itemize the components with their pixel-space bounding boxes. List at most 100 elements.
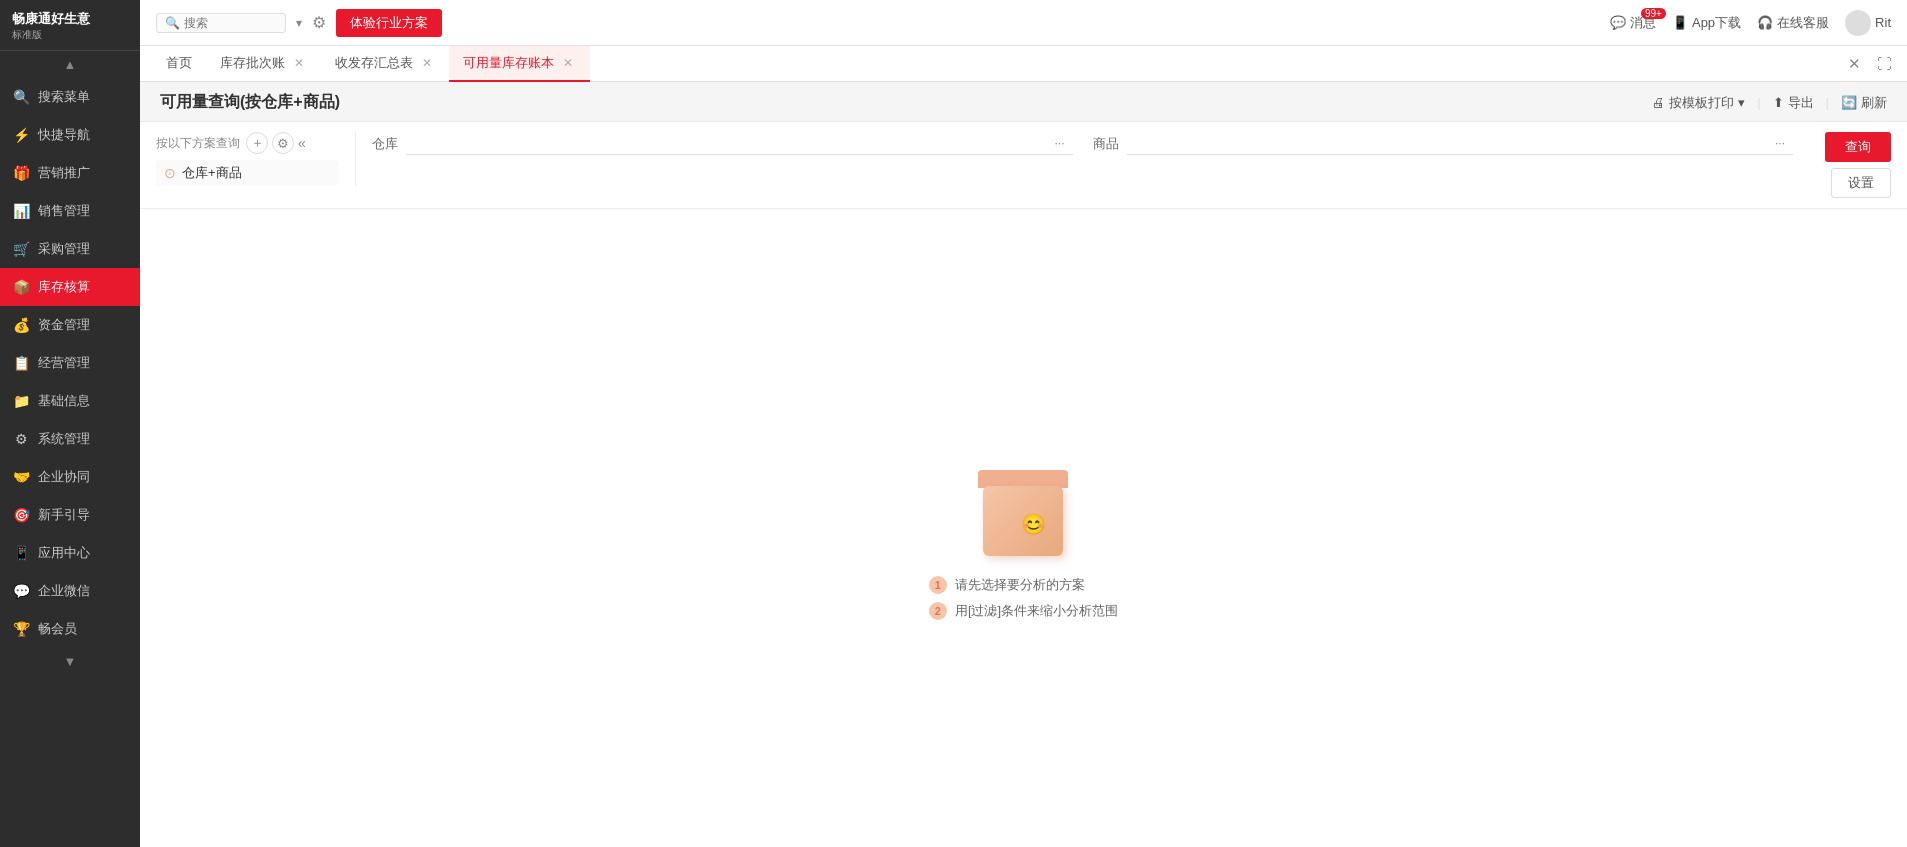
add-scheme-btn[interactable]: ＋ [246,132,268,154]
sidebar-scroll-up[interactable]: ▲ [0,51,140,78]
filter-fields: 仓库 ··· 商品 ··· [372,132,1793,155]
refresh-btn[interactable]: 🔄 刷新 [1841,94,1887,112]
sidebar-item-shortcut[interactable]: ⚡ 快捷导航 [0,116,140,154]
hint-1: 1 请先选择要分析的方案 [929,576,1118,594]
warehouse-input[interactable] [410,136,1046,151]
tab-home[interactable]: 首页 [152,46,206,82]
enterprise-icon: 🤝 [12,469,30,485]
sidebar-item-basics[interactable]: 📁 基础信息 [0,382,140,420]
hint-num-2: 2 [929,602,947,620]
scheme-label-warehouse-goods: 仓库+商品 [182,164,242,182]
user-name: Rit [1875,15,1891,30]
hint-text-1: 请先选择要分析的方案 [955,576,1085,594]
user-avatar [1845,10,1871,36]
sidebar-item-operations[interactable]: 📋经营管理 [0,344,140,382]
tabbar: 首页库存批次账✕收发存汇总表✕可用量库存账本✕ ✕ ⛶ [140,46,1907,82]
purchase-icon: 🛒 [12,241,30,257]
sidebar-label-marketing: 营销推广 [38,164,90,182]
search-icon: 🔍 [12,89,30,105]
sidebar-label-basics: 基础信息 [38,392,90,410]
sidebar-label-newbie: 新手引导 [38,506,90,524]
user-menu[interactable]: Rit [1845,10,1891,36]
export-btn[interactable]: ⬆ 导出 [1773,94,1814,112]
query-btn[interactable]: 查询 [1825,132,1891,162]
window-buttons: ✕ ⛶ [1843,53,1895,75]
refresh-icon: 🔄 [1841,95,1857,110]
sidebar-item-appstore[interactable]: 📱应用中心 [0,534,140,572]
box-body: 😊 [983,486,1063,556]
export-label: 导出 [1788,94,1814,112]
tab-batch[interactable]: 库存批次账 ✕ [206,46,321,82]
sidebar-item-marketing[interactable]: 🎁 营销推广 [0,154,140,192]
tab-list: 首页库存批次账✕收发存汇总表✕可用量库存账本✕ [152,46,590,82]
export-icon: ⬆ [1773,95,1784,110]
sidebar-label-shortcut: 快捷导航 [38,126,90,144]
sidebar-items: 🔍 搜索菜单 ⚡ 快捷导航 🎁 营销推广 📊销售管理🛒采购管理📦库存核算💰资金管理📋经营管理… [0,78,140,648]
topbar-actions: 💬 消息 99+ 📱 App下载 🎧 在线客服 Rit [1610,10,1891,36]
tab-label-summary: 收发存汇总表 [335,54,413,72]
service-label: 在线客服 [1777,14,1829,32]
message-btn[interactable]: 💬 消息 99+ [1610,14,1656,32]
wechat-icon: 💬 [12,583,30,599]
sidebar-scroll: ▲ 🔍 搜索菜单 ⚡ 快捷导航 🎁 营销推广 📊销售管理🛒采购管理📦库存核算💰资金管理📋经营… [0,51,140,847]
page-actions: 🖨 按模板打印 ▾ | ⬆ 导出 | 🔄 刷新 [1652,94,1887,112]
sidebar-item-sales[interactable]: 📊销售管理 [0,192,140,230]
filter-area: 按以下方案查询 ＋ ⚙ « ⊙仓库+商品 仓库 ··· [140,122,1907,209]
warehouse-more-btn[interactable]: ··· [1050,134,1068,152]
sidebar-item-purchase[interactable]: 🛒采购管理 [0,230,140,268]
refresh-label: 刷新 [1861,94,1887,112]
template-print-btn[interactable]: 🖨 按模板打印 ▾ [1652,94,1745,112]
search-input[interactable] [184,16,274,30]
service-btn[interactable]: 🎧 在线客服 [1757,14,1829,32]
marketing-icon: 🎁 [12,165,30,181]
maximize-btn[interactable]: ⛶ [1873,53,1895,75]
sidebar-label-search: 搜索菜单 [38,88,90,106]
page-header: 可用量查询(按仓库+商品) 🖨 按模板打印 ▾ | ⬆ 导出 | 🔄 刷新 [140,82,1907,122]
hint-text-2: 用[过滤]条件来缩小分析范围 [955,602,1118,620]
scheme-title: 按以下方案查询 ＋ ⚙ « [156,132,339,154]
finance-icon: 💰 [12,317,30,333]
sidebar-item-enterprise[interactable]: 🤝 企业协同 [0,458,140,496]
message-badge: 99+ [1641,8,1666,19]
filter-scheme-panel: 按以下方案查询 ＋ ⚙ « ⊙ 仓库+商品 [156,132,356,186]
sidebar-item-search[interactable]: 🔍 搜索菜单 [0,78,140,116]
gear-icon[interactable]: ⚙ [312,13,326,32]
template-print-label: 按模板打印 [1669,94,1734,112]
message-icon: 💬 [1610,15,1626,30]
content-area: 😊 1 请先选择要分析的方案 2 用[过滤]条件来缩小分析范围 [140,209,1907,847]
basics-icon: 📁 [12,393,30,409]
close-tab-btn[interactable]: ✕ [1843,53,1865,75]
tab-label-batch: 库存批次账 [220,54,285,72]
sidebar-item-inventory[interactable]: 📦库存核算 [0,268,140,306]
tab-close-batch[interactable]: ✕ [291,55,307,71]
dropdown-btn[interactable]: ▾ [296,16,302,30]
hint-num-1: 1 [929,576,947,594]
industry-btn[interactable]: 体验行业方案 [336,9,442,37]
scheme-actions: ＋ ⚙ « [246,132,306,154]
tab-summary[interactable]: 收发存汇总表 ✕ [321,46,449,82]
tab-available[interactable]: 可用量库存账本✕ [449,46,590,82]
goods-input[interactable] [1131,136,1767,151]
goods-more-btn[interactable]: ··· [1771,134,1789,152]
empty-illustration: 😊 [963,436,1083,556]
brand-sub: 标准版 [12,28,128,42]
sidebar-scroll-down[interactable]: ▼ [0,648,140,675]
app-download-btn[interactable]: 📱 App下载 [1672,14,1741,32]
sidebar-item-newbie[interactable]: 🎯新手引导 [0,496,140,534]
sidebar-item-member[interactable]: 🏆畅会员 [0,610,140,648]
settings-btn[interactable]: 设置 [1831,168,1891,198]
sidebar-item-finance[interactable]: 💰资金管理 [0,306,140,344]
shortcut-icon: ⚡ [12,127,30,143]
sidebar-label-operations: 经营管理 [38,354,90,372]
action-divider-1: | [1757,95,1760,110]
scheme-icon-warehouse-goods: ⊙ [164,165,176,181]
sidebar-label-wechat: 企业微信 [38,582,90,600]
manage-scheme-btn[interactable]: ⚙ [272,132,294,154]
tab-close-available[interactable]: ✕ [560,55,576,71]
sidebar-item-system[interactable]: ⚙系统管理 [0,420,140,458]
scheme-warehouse-goods[interactable]: ⊙ 仓库+商品 [156,160,339,186]
collapse-btn[interactable]: « [298,135,306,151]
tab-close-summary[interactable]: ✕ [419,55,435,71]
sidebar-label-enterprise: 企业协同 [38,468,90,486]
sidebar-item-wechat[interactable]: 💬 企业微信 [0,572,140,610]
